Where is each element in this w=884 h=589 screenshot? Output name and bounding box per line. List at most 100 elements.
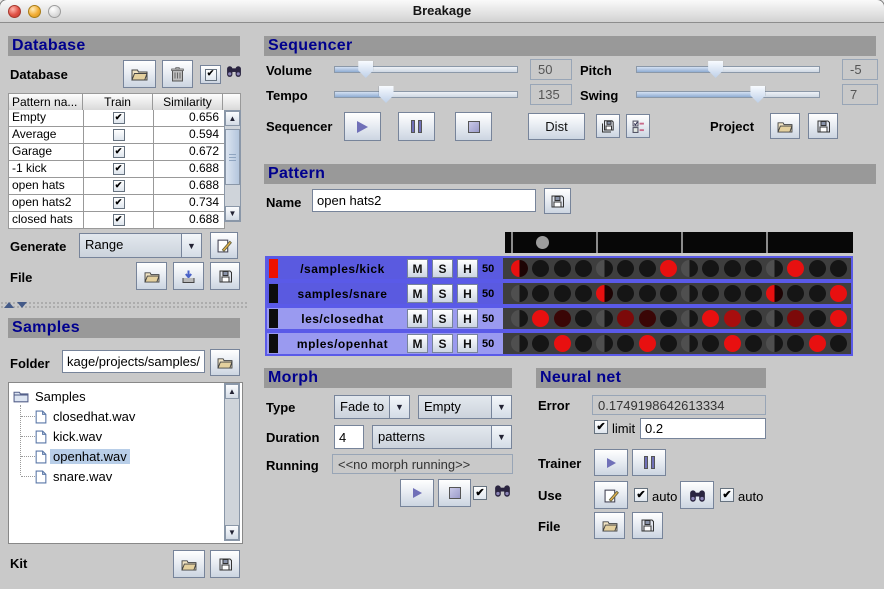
step-cell[interactable] <box>807 310 828 327</box>
step-cell[interactable] <box>807 260 828 277</box>
tree-item[interactable]: openhat.wav <box>35 447 130 466</box>
step-cell[interactable] <box>552 260 573 277</box>
column-similarity[interactable]: Similarity <box>153 94 223 110</box>
morph-duration-input[interactable] <box>334 425 364 449</box>
morph-play-button[interactable] <box>400 479 434 507</box>
use-auto-checkbox-1[interactable] <box>634 488 648 502</box>
solo-button[interactable]: S <box>432 309 453 328</box>
table-row[interactable]: open hats0.688 <box>9 178 225 195</box>
column-train[interactable]: Train <box>83 94 152 110</box>
tempo-slider[interactable] <box>334 86 518 103</box>
use-edit-button[interactable] <box>594 481 628 509</box>
step-cell[interactable] <box>700 285 721 302</box>
step-cell[interactable] <box>530 335 551 352</box>
train-checkbox[interactable] <box>113 180 125 192</box>
step-cell[interactable] <box>552 285 573 302</box>
step-cell[interactable] <box>828 310 849 327</box>
step-cell[interactable] <box>764 260 785 277</box>
step-cell[interactable] <box>509 310 530 327</box>
database-find-button[interactable] <box>226 64 242 83</box>
limit-checkbox[interactable] <box>594 420 608 434</box>
step-cell[interactable] <box>785 260 806 277</box>
train-checkbox[interactable] <box>113 129 125 141</box>
step-cell[interactable] <box>679 335 700 352</box>
limit-input[interactable] <box>640 418 766 439</box>
mute-button[interactable]: M <box>407 334 428 353</box>
step-cell[interactable] <box>658 310 679 327</box>
step-cell[interactable] <box>530 285 551 302</box>
collapse-up-icon[interactable] <box>4 302 14 308</box>
train-checkbox[interactable] <box>113 163 125 175</box>
chevron-down-icon[interactable]: ▼ <box>389 396 409 418</box>
tree-scrollbar[interactable]: ▲ ▼ <box>224 383 240 541</box>
database-check-button[interactable] <box>200 65 221 84</box>
step-cell[interactable] <box>828 285 849 302</box>
step-cell[interactable] <box>552 335 573 352</box>
step-cell[interactable] <box>828 260 849 277</box>
table-row[interactable]: open hats20.734 <box>9 195 225 212</box>
morph-type-combo[interactable]: Fade to ▼ <box>334 395 410 419</box>
slider-thumb[interactable] <box>708 61 723 78</box>
train-checkbox[interactable] <box>113 197 125 209</box>
train-checkbox[interactable] <box>113 214 125 226</box>
folder-open-button[interactable] <box>210 349 240 376</box>
slider-thumb[interactable] <box>358 61 373 78</box>
step-cell[interactable] <box>658 335 679 352</box>
step-cell[interactable] <box>573 285 594 302</box>
step-cell[interactable] <box>509 260 530 277</box>
step-cell[interactable] <box>807 285 828 302</box>
chevron-down-icon[interactable]: ▼ <box>181 234 201 257</box>
step-cell[interactable] <box>573 310 594 327</box>
step-cell[interactable] <box>594 335 615 352</box>
db-file-import-button[interactable] <box>173 262 204 290</box>
solo-button[interactable]: S <box>432 284 453 303</box>
step-cell[interactable] <box>637 285 658 302</box>
slider-thumb[interactable] <box>379 86 394 103</box>
step-cell[interactable] <box>722 260 743 277</box>
generate-combo[interactable]: Range ▼ <box>79 233 202 258</box>
step-cell[interactable] <box>637 335 658 352</box>
kit-save-button[interactable] <box>210 550 240 578</box>
step-cell[interactable] <box>722 285 743 302</box>
step-cell[interactable] <box>785 335 806 352</box>
morph-stop-button[interactable] <box>438 479 471 507</box>
volume-slider[interactable] <box>334 61 518 78</box>
solo-button[interactable]: S <box>432 334 453 353</box>
step-cell[interactable] <box>764 335 785 352</box>
db-file-open-button[interactable] <box>136 262 167 290</box>
step-cell[interactable] <box>785 285 806 302</box>
step-cell[interactable] <box>785 310 806 327</box>
track-name[interactable]: les/closedhat <box>278 312 407 326</box>
nn-file-open-button[interactable] <box>594 512 625 539</box>
chevron-down-icon[interactable]: ▼ <box>491 396 511 418</box>
scroll-up-icon[interactable]: ▲ <box>225 111 240 126</box>
database-open-button[interactable] <box>123 60 156 88</box>
step-cell[interactable] <box>828 335 849 352</box>
track-name[interactable]: /samples/kick <box>278 262 407 276</box>
step-cell[interactable] <box>530 260 551 277</box>
table-scrollbar[interactable]: ▲ ▼ <box>224 110 241 222</box>
step-cell[interactable] <box>615 335 636 352</box>
step-cell[interactable] <box>509 285 530 302</box>
split-divider[interactable] <box>0 301 248 310</box>
step-cell[interactable] <box>722 335 743 352</box>
tree-root[interactable]: Samples <box>13 387 89 406</box>
step-cell[interactable] <box>700 260 721 277</box>
scrollbar-thumb[interactable] <box>225 129 240 185</box>
folder-input[interactable] <box>62 350 205 373</box>
kit-open-button[interactable] <box>173 550 205 578</box>
step-cell[interactable] <box>573 260 594 277</box>
step-cell[interactable] <box>552 310 573 327</box>
db-file-save-button[interactable] <box>210 262 240 290</box>
morph-checkbox[interactable] <box>473 486 487 500</box>
sequencer-stop-button[interactable] <box>455 112 492 141</box>
dist-button[interactable]: Dist <box>528 113 585 140</box>
database-delete-button[interactable] <box>162 60 193 88</box>
morph-target-combo[interactable]: Empty ▼ <box>418 395 512 419</box>
step-cell[interactable] <box>530 310 551 327</box>
pitch-slider[interactable] <box>636 61 820 78</box>
morph-find-button[interactable] <box>494 483 511 503</box>
hold-button[interactable]: H <box>457 309 478 328</box>
step-cell[interactable] <box>615 260 636 277</box>
step-cell[interactable] <box>637 260 658 277</box>
